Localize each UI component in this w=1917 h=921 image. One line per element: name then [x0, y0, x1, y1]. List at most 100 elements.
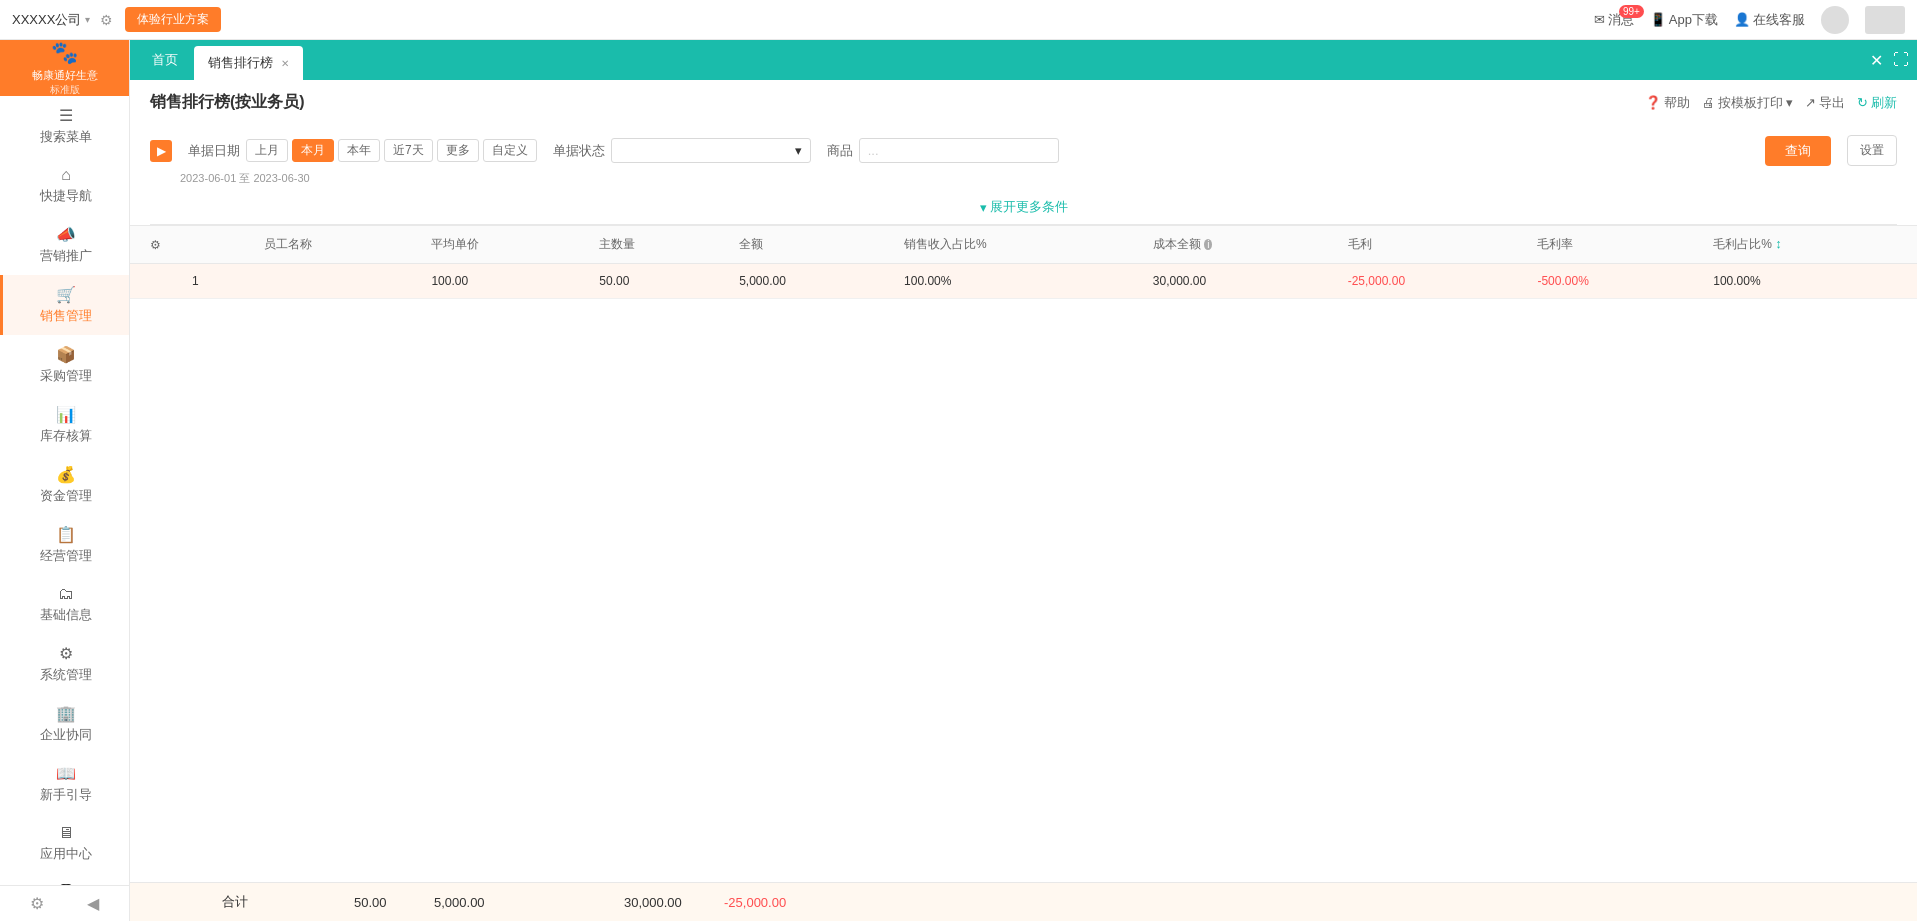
enterprise-icon: 🏢 — [56, 704, 76, 723]
footer-label: 合计 — [222, 894, 248, 909]
refresh-label: 刷新 — [1871, 94, 1897, 112]
col-avg-price: 平均单价 — [419, 226, 587, 264]
footer-qty-cell: 50.00 — [342, 895, 422, 910]
sidebar-item-wechat[interactable]: 💬 企业微信 — [0, 873, 129, 885]
sidebar-item-enterprise[interactable]: 🏢 企业协同 — [0, 694, 129, 754]
app-download-label: App下载 — [1669, 11, 1718, 29]
tab-home[interactable]: 首页 — [138, 40, 192, 80]
sidebar-item-quicknav[interactable]: ⌂ 快捷导航 — [0, 156, 129, 215]
footer-gross-cell: -25,000.00 — [712, 895, 798, 910]
online-service-label: 在线客服 — [1753, 11, 1805, 29]
sidebar-settings-button[interactable]: ⚙ — [30, 894, 44, 913]
export-button[interactable]: ↗ 导出 — [1805, 94, 1845, 112]
data-table: ⚙ 员工名称 平均单价 主数量 全额 销售收入占比% 成本全额 i 毛利 毛利率… — [130, 226, 1917, 299]
sidebar-item-label: 基础信息 — [40, 606, 92, 624]
goods-input[interactable]: ... — [859, 138, 1059, 163]
export-label: 导出 — [1819, 94, 1845, 112]
trial-button[interactable]: 体验行业方案 — [125, 7, 221, 32]
footer-cost-cell: 30,000.00 — [612, 895, 712, 910]
help-icon: ❓ — [1645, 95, 1661, 110]
home-icon: ⌂ — [61, 166, 71, 184]
cost-info-icon: i — [1204, 239, 1212, 250]
sidebar-item-label: 搜索菜单 — [40, 128, 92, 146]
date-range-display: 2023-06-01 至 2023-06-30 — [180, 170, 1897, 186]
filter-toggle-button[interactable]: ▶ — [150, 140, 172, 162]
footer-cost: 30,000.00 — [624, 895, 682, 910]
help-button[interactable]: ❓ 帮助 — [1645, 94, 1690, 112]
date-prev-month-button[interactable]: 上月 — [246, 139, 288, 162]
message-button[interactable]: ✉ 消息 99+ — [1594, 11, 1634, 29]
sidebar-collapse-button[interactable]: ◀ — [87, 894, 99, 913]
settings-icon[interactable]: ⚙ — [100, 12, 113, 28]
avatar-name[interactable] — [1865, 6, 1905, 34]
print-button[interactable]: 🖨 按模板打印 ▾ — [1702, 94, 1793, 112]
date-range-text: 2023-06-01 至 2023-06-30 — [180, 172, 310, 184]
tab-sales-ranking[interactable]: 销售排行榜 ✕ — [194, 46, 303, 80]
online-service-button[interactable]: 👤 在线客服 — [1734, 11, 1805, 29]
table-container: ⚙ 员工名称 平均单价 主数量 全额 销售收入占比% 成本全额 i 毛利 毛利率… — [130, 226, 1917, 882]
sidebar-item-finance[interactable]: 💰 资金管理 — [0, 455, 129, 515]
date-7days-button[interactable]: 近7天 — [384, 139, 433, 162]
date-current-month-button[interactable]: 本月 — [292, 139, 334, 162]
operations-icon: 📋 — [56, 525, 76, 544]
date-custom-button[interactable]: 自定义 — [483, 139, 537, 162]
message-badge: 99+ — [1619, 5, 1644, 18]
app-download-button[interactable]: 📱 App下载 — [1650, 11, 1718, 29]
company-chevron-icon: ▾ — [85, 14, 90, 25]
col-rank — [180, 226, 252, 264]
top-right-area: ✉ 消息 99+ 📱 App下载 👤 在线客服 — [1594, 6, 1905, 34]
sidebar-item-basic-info[interactable]: 🗂 基础信息 — [0, 575, 129, 634]
settings-button[interactable]: 设置 — [1847, 135, 1897, 166]
sidebar-item-apps[interactable]: 🖥 应用中心 — [0, 814, 129, 873]
company-selector[interactable]: XXXXX公司 ▾ — [12, 11, 90, 29]
date-filter-item: 单据日期 上月 本月 本年 近7天 更多 自定义 — [188, 139, 537, 162]
message-icon: ✉ — [1594, 12, 1605, 27]
page-content: 销售排行榜(按业务员) ❓ 帮助 🖨 按模板打印 ▾ ↗ — [130, 80, 1917, 921]
col-settings[interactable]: ⚙ — [130, 226, 180, 264]
sidebar-item-label: 企业协同 — [40, 726, 92, 744]
basic-info-icon: 🗂 — [58, 585, 74, 603]
sidebar-item-search[interactable]: ☰ 搜索菜单 — [0, 96, 129, 156]
tab-close-window-icon[interactable]: ✕ — [1870, 51, 1883, 70]
query-button[interactable]: 查询 — [1765, 136, 1831, 166]
avatar[interactable] — [1821, 6, 1849, 34]
sidebar-item-inventory[interactable]: 📊 库存核算 — [0, 395, 129, 455]
gross-pct-sort-icon: ↕ — [1775, 236, 1782, 251]
content-area: 首页 销售排行榜 ✕ ✕ ⛶ 销售排行榜(按业务员) ❓ 帮助 — [130, 40, 1917, 921]
col-qty: 主数量 — [587, 226, 727, 264]
sidebar: 🐾 畅康通好生意 标准版 ☰ 搜索菜单 ⌂ 快捷导航 📣 营销推广 🛒 销售管理 — [0, 40, 130, 921]
sidebar-item-guide[interactable]: 📖 新手引导 — [0, 754, 129, 814]
refresh-icon: ↻ — [1857, 95, 1868, 110]
footer-amount-cell: 5,000.00 — [422, 895, 512, 910]
status-select[interactable]: ▾ — [611, 138, 811, 163]
app-icon: 📱 — [1650, 12, 1666, 27]
inventory-icon: 📊 — [56, 405, 76, 424]
apps-icon: 🖥 — [58, 824, 74, 842]
col-gross-pct: 毛利占比% ↕ — [1701, 226, 1917, 264]
sidebar-item-marketing[interactable]: 📣 营销推广 — [0, 215, 129, 275]
purchase-icon: 📦 — [56, 345, 76, 364]
sidebar-item-label: 采购管理 — [40, 367, 92, 385]
col-cost: 成本全额 i — [1141, 226, 1336, 264]
goods-more-icon: ... — [868, 143, 879, 158]
tab-expand-icon[interactable]: ⛶ — [1893, 51, 1909, 70]
row-gross-cell: -25,000.00 — [1336, 264, 1526, 299]
sidebar-item-purchase[interactable]: 📦 采购管理 — [0, 335, 129, 395]
date-more-button[interactable]: 更多 — [437, 139, 479, 162]
export-icon: ↗ — [1805, 95, 1816, 110]
col-gross-rate: 毛利率 — [1525, 226, 1701, 264]
col-sales-pct: 销售收入占比% — [892, 226, 1141, 264]
sidebar-item-operations[interactable]: 📋 经营管理 — [0, 515, 129, 575]
company-name: XXXXX公司 — [12, 11, 81, 29]
date-current-year-button[interactable]: 本年 — [338, 139, 380, 162]
expand-more-button[interactable]: ▾ 展开更多条件 — [980, 194, 1068, 220]
row-name-cell — [252, 264, 420, 299]
sidebar-item-label: 营销推广 — [40, 247, 92, 265]
refresh-button[interactable]: ↻ 刷新 — [1857, 94, 1897, 112]
row-rank-cell: 1 — [180, 264, 252, 299]
tab-close-icon[interactable]: ✕ — [281, 58, 289, 69]
sidebar-menu: ☰ 搜索菜单 ⌂ 快捷导航 📣 营销推广 🛒 销售管理 📦 采购管理 📊 库 — [0, 96, 129, 885]
sidebar-item-system[interactable]: ⚙ 系统管理 — [0, 634, 129, 694]
sidebar-item-sales[interactable]: 🛒 销售管理 — [0, 275, 129, 335]
table-row: 1 100.00 50.00 5,000.00 100.00% 30,000.0… — [130, 264, 1917, 299]
